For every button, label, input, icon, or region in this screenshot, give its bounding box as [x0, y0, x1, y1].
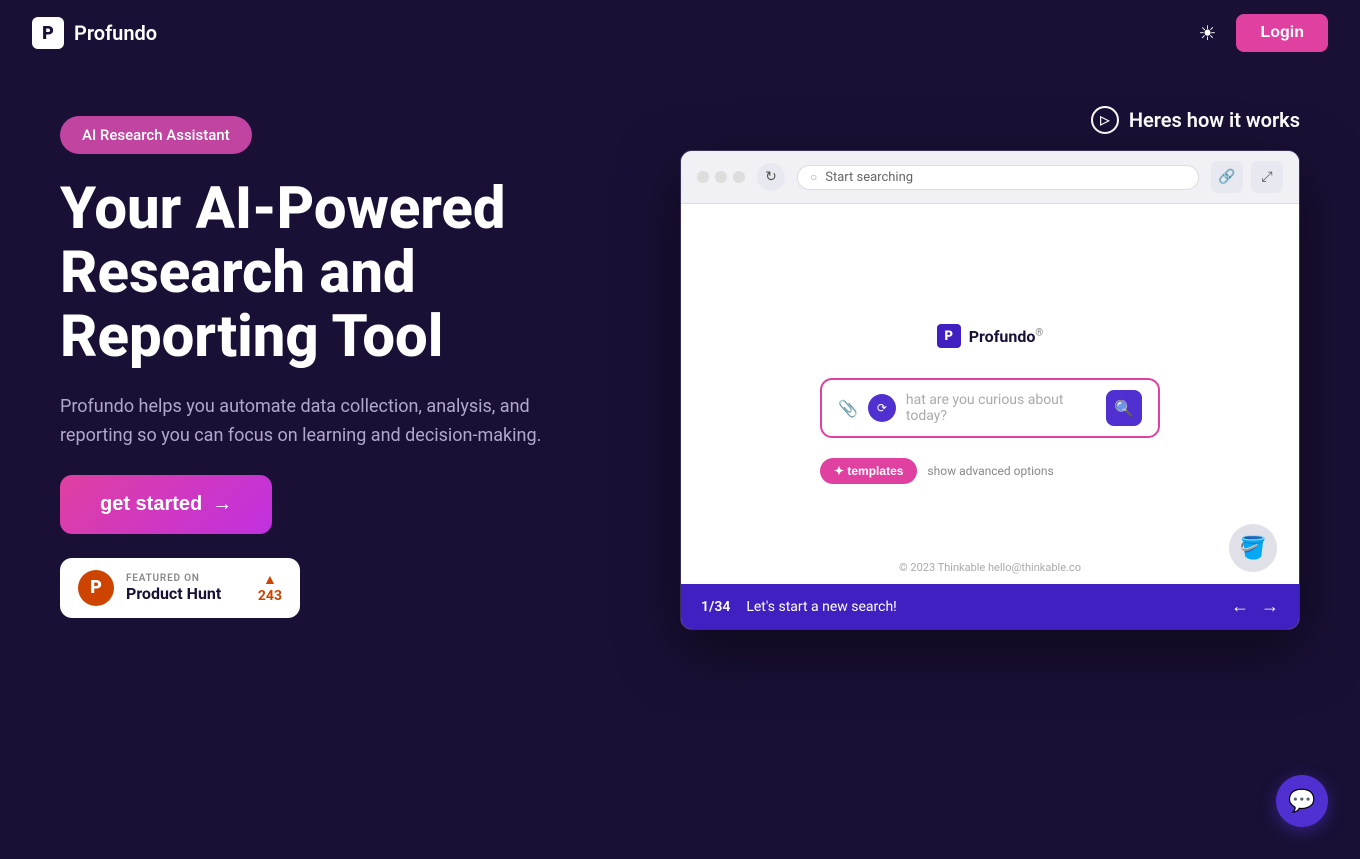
get-started-arrow: → [212, 493, 232, 516]
left-side: AI Research Assistant Your AI-Powered Re… [60, 106, 640, 618]
search-input-placeholder: hat are you curious about today? [906, 392, 1096, 424]
slide-counter: 1/34 [701, 599, 730, 615]
nav-arrows: ← → [1231, 596, 1279, 617]
templates-button[interactable]: ✦ templates [820, 458, 917, 484]
search-circle-icon: ⟳ [868, 394, 896, 422]
hero-title-line1: Your AI-Powered [60, 175, 505, 243]
browser-refresh[interactable]: ↻ [757, 163, 785, 191]
mockup-options: ✦ templates show advanced options [820, 458, 1160, 484]
chat-widget-button[interactable]: 💬 [1276, 775, 1328, 827]
logo-icon: P [32, 17, 64, 49]
logo-text: Profundo [74, 21, 157, 45]
mockup-nav-bar: 1/34 Let's start a new search! ← → [681, 584, 1299, 629]
login-button[interactable]: Login [1236, 14, 1328, 52]
chat-widget-icon: 💬 [1288, 789, 1315, 814]
mockup-chat-icon: 🪣 [1229, 524, 1277, 572]
hero-title-line3: Reporting Tool [60, 303, 443, 371]
browser-bar: ↻ ○ Start searching 🔗 ⤢ [681, 151, 1299, 204]
mockup-logo-icon: P [937, 324, 961, 348]
app-mockup: ↻ ○ Start searching 🔗 ⤢ P Profundo® [680, 150, 1300, 630]
slide-message: Let's start a new search! [746, 599, 1215, 615]
browser-search-placeholder: Start searching [825, 170, 913, 185]
search-submit-button[interactable]: 🔍 [1106, 390, 1142, 426]
product-hunt-featured: FEATURED ON [126, 573, 221, 584]
theme-toggle-button[interactable]: ☀ [1199, 21, 1217, 46]
product-hunt-votes: ▲ 243 [258, 571, 282, 604]
browser-dot-2 [715, 171, 727, 183]
nav-right: ☀ Login [1199, 14, 1328, 52]
navbar: P Profundo ☀ Login [0, 0, 1360, 66]
browser-dot-1 [697, 171, 709, 183]
mockup-search-bar[interactable]: 📎 ⟳ hat are you curious about today? 🔍 [820, 378, 1160, 438]
main-content: AI Research Assistant Your AI-Powered Re… [0, 66, 1360, 630]
hero-title-line2: Research and [60, 239, 416, 307]
browser-link-btn[interactable]: 🔗 [1211, 161, 1243, 193]
hero-subtitle: Profundo helps you automate data collect… [60, 393, 580, 451]
nav-next-button[interactable]: → [1261, 596, 1279, 617]
product-hunt-count: 243 [258, 588, 282, 604]
mockup-copyright: © 2023 Thinkable hello@thinkable.co [681, 561, 1299, 574]
how-it-works[interactable]: ▷ Heres how it works [680, 106, 1300, 134]
play-icon: ▷ [1091, 106, 1119, 134]
browser-dot-3 [733, 171, 745, 183]
browser-search-circle: ○ [810, 170, 817, 184]
advanced-options-link[interactable]: show advanced options [927, 464, 1053, 478]
get-started-button[interactable]: get started → [60, 475, 272, 534]
mockup-logo: P Profundo® [937, 324, 1044, 348]
mockup-chat-area: 🪣 [1229, 524, 1279, 574]
mockup-body: P Profundo® 📎 ⟳ hat are you curious abou… [681, 204, 1299, 584]
how-it-works-label: Heres how it works [1129, 108, 1300, 132]
hero-title: Your AI-Powered Research and Reporting T… [60, 178, 640, 369]
get-started-label: get started [100, 493, 202, 516]
right-side: ▷ Heres how it works ↻ ○ Start searching… [680, 106, 1300, 630]
product-hunt-logo: P [78, 570, 114, 606]
browser-expand-btn[interactable]: ⤢ [1251, 161, 1283, 193]
mockup-logo-text: Profundo® [969, 327, 1044, 346]
product-hunt-text: FEATURED ON Product Hunt [126, 573, 221, 603]
browser-actions: 🔗 ⤢ [1211, 161, 1283, 193]
badge: AI Research Assistant [60, 116, 252, 154]
browser-search-bar[interactable]: ○ Start searching [797, 165, 1199, 190]
attach-icon: 📎 [838, 399, 858, 418]
product-hunt-badge[interactable]: P FEATURED ON Product Hunt ▲ 243 [60, 558, 300, 618]
browser-dots [697, 171, 745, 183]
product-hunt-arrow: ▲ [263, 571, 277, 588]
logo: P Profundo [32, 17, 157, 49]
nav-prev-button[interactable]: ← [1231, 596, 1249, 617]
product-hunt-name: Product Hunt [126, 584, 221, 603]
